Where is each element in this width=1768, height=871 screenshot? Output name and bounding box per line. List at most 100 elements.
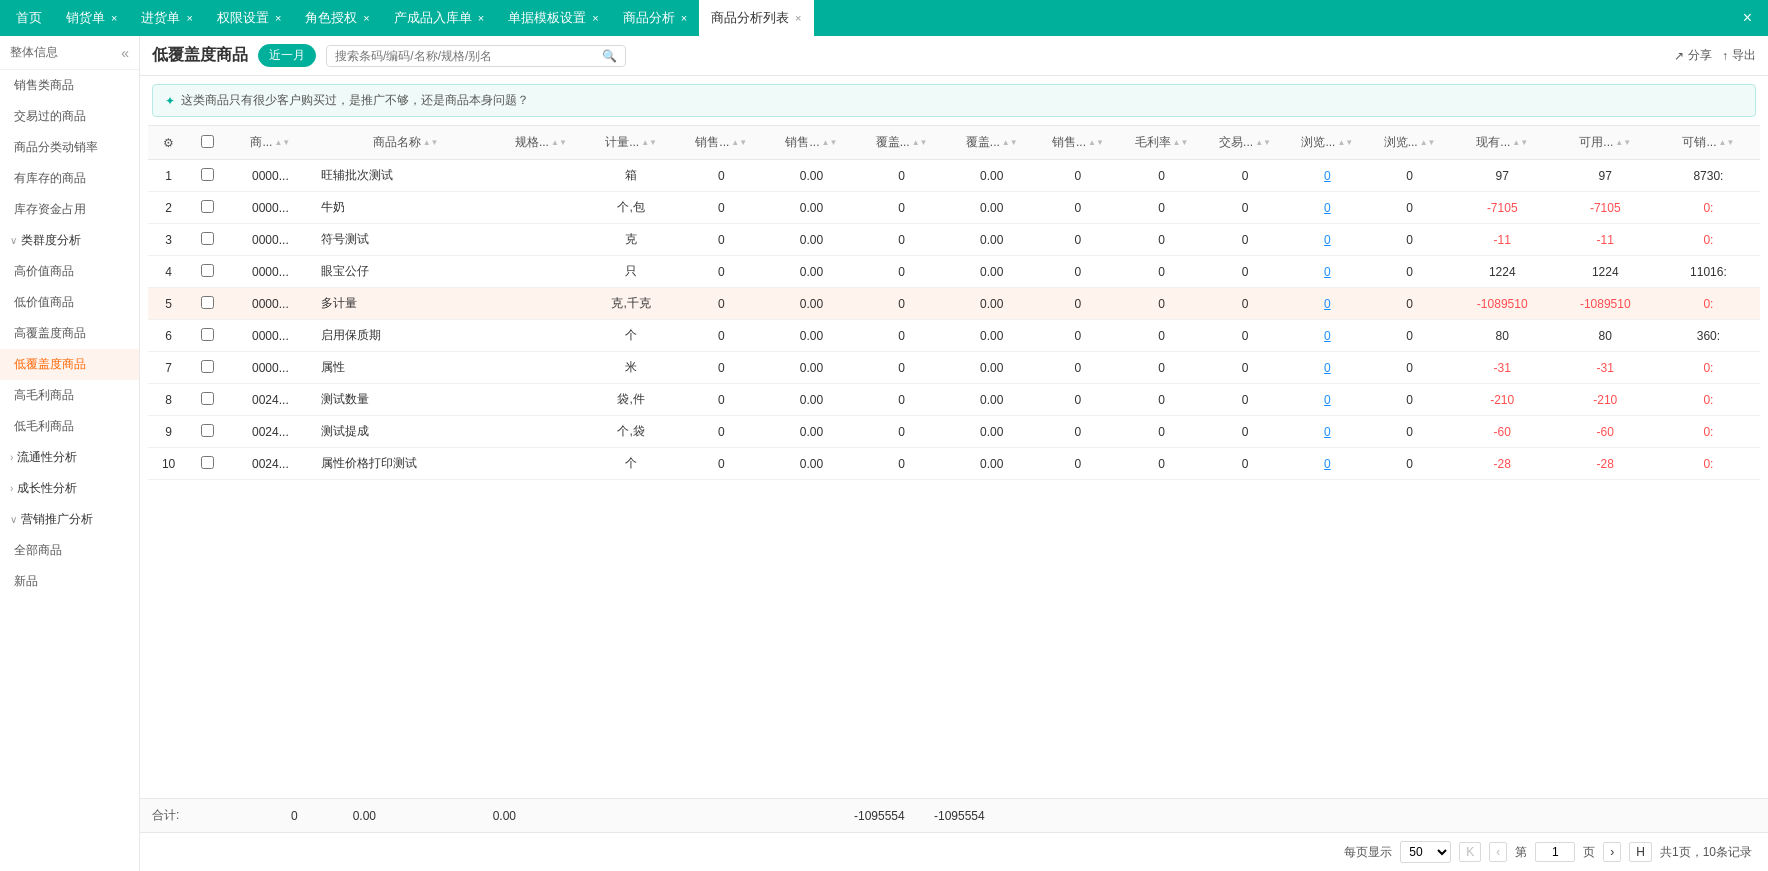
- close-template-settings-icon[interactable]: ×: [592, 12, 598, 24]
- sidebar-group-marketing[interactable]: ∨ 营销推广分析: [0, 504, 139, 535]
- row-checkbox[interactable]: [189, 192, 225, 224]
- col-spec[interactable]: 规格...▲▼: [496, 126, 586, 160]
- row-checkbox[interactable]: [189, 288, 225, 320]
- next-page-button[interactable]: ›: [1603, 842, 1621, 862]
- sort-icon-2[interactable]: ▲▼: [423, 139, 439, 147]
- sidebar-item-low-value[interactable]: 低价值商品: [0, 287, 139, 318]
- row-browse1[interactable]: 0: [1286, 384, 1368, 416]
- row-select-checkbox[interactable]: [201, 264, 214, 277]
- export-button[interactable]: ↑ 导出: [1722, 47, 1756, 64]
- sidebar-group-circulation[interactable]: › 流通性分析: [0, 442, 139, 473]
- row-select-checkbox[interactable]: [201, 168, 214, 181]
- prev-page-button[interactable]: ‹: [1489, 842, 1507, 862]
- search-icon[interactable]: 🔍: [602, 49, 617, 63]
- close-purchase-order-icon[interactable]: ×: [186, 12, 192, 24]
- col-name[interactable]: 商品名称▲▼: [315, 126, 495, 160]
- row-select-checkbox[interactable]: [201, 328, 214, 341]
- row-select-checkbox[interactable]: [201, 296, 214, 309]
- row-browse1[interactable]: 0: [1286, 320, 1368, 352]
- col-cover2[interactable]: 覆盖...▲▼: [947, 126, 1037, 160]
- row-checkbox[interactable]: [189, 384, 225, 416]
- row-browse1[interactable]: 0: [1286, 352, 1368, 384]
- row-select-checkbox[interactable]: [201, 232, 214, 245]
- sidebar-item-inventory-goods[interactable]: 有库存的商品: [0, 163, 139, 194]
- row-checkbox[interactable]: [189, 160, 225, 192]
- col-sales3[interactable]: 销售...▲▼: [1037, 126, 1119, 160]
- row-select-checkbox[interactable]: [201, 424, 214, 437]
- sidebar-item-new-goods[interactable]: 新品: [0, 566, 139, 597]
- window-close-button[interactable]: ×: [1731, 9, 1764, 27]
- row-select-checkbox[interactable]: [201, 360, 214, 373]
- close-sales-order-icon[interactable]: ×: [111, 12, 117, 24]
- row-select-checkbox[interactable]: [201, 392, 214, 405]
- sort-icon-8[interactable]: ▲▼: [1002, 139, 1018, 147]
- search-input[interactable]: [335, 49, 602, 63]
- col-browse2[interactable]: 浏览...▲▼: [1368, 126, 1450, 160]
- sidebar-item-inventory-capital[interactable]: 库存资金占用: [0, 194, 139, 225]
- sort-icon-16[interactable]: ▲▼: [1718, 139, 1734, 147]
- col-sales1[interactable]: 销售...▲▼: [676, 126, 766, 160]
- close-product-storage-icon[interactable]: ×: [478, 12, 484, 24]
- row-browse1[interactable]: 0: [1286, 160, 1368, 192]
- row-checkbox[interactable]: [189, 416, 225, 448]
- sidebar-collapse-button[interactable]: «: [121, 45, 129, 61]
- sidebar-item-all-goods[interactable]: 全部商品: [0, 535, 139, 566]
- nav-permission-settings[interactable]: 权限设置 ×: [205, 0, 293, 36]
- sidebar-item-high-gross[interactable]: 高毛利商品: [0, 380, 139, 411]
- close-goods-analysis-icon[interactable]: ×: [681, 12, 687, 24]
- sidebar-group-cluster-analysis[interactable]: ∨ 类群度分析: [0, 225, 139, 256]
- sort-icon-11[interactable]: ▲▼: [1255, 139, 1271, 147]
- sort-icon-13[interactable]: ▲▼: [1420, 139, 1436, 147]
- nav-goods-analysis-list[interactable]: 商品分析列表 ×: [699, 0, 813, 36]
- last-page-button[interactable]: H: [1629, 842, 1652, 862]
- col-sales2[interactable]: 销售...▲▼: [766, 126, 856, 160]
- sidebar-item-sales-goods[interactable]: 销售类商品: [0, 70, 139, 101]
- first-page-button[interactable]: K: [1459, 842, 1481, 862]
- sort-icon-7[interactable]: ▲▼: [912, 139, 928, 147]
- sidebar-item-low-coverage[interactable]: 低覆盖度商品: [0, 349, 139, 380]
- select-all-checkbox[interactable]: [201, 135, 214, 148]
- sidebar-item-category-rate[interactable]: 商品分类动销率: [0, 132, 139, 163]
- col-unit[interactable]: 计量...▲▼: [586, 126, 676, 160]
- close-permission-icon[interactable]: ×: [275, 12, 281, 24]
- col-available[interactable]: 可用...▲▼: [1554, 126, 1657, 160]
- row-checkbox[interactable]: [189, 224, 225, 256]
- sort-icon-12[interactable]: ▲▼: [1337, 139, 1353, 147]
- nav-goods-analysis[interactable]: 商品分析 ×: [611, 0, 699, 36]
- sidebar-item-high-value[interactable]: 高价值商品: [0, 256, 139, 287]
- sort-icon-5[interactable]: ▲▼: [731, 139, 747, 147]
- sort-icon-4[interactable]: ▲▼: [641, 139, 657, 147]
- current-page-input[interactable]: [1535, 842, 1575, 862]
- sidebar-item-low-gross[interactable]: 低毛利商品: [0, 411, 139, 442]
- sort-icon[interactable]: ▲▼: [274, 139, 290, 147]
- row-browse1[interactable]: 0: [1286, 192, 1368, 224]
- row-checkbox[interactable]: [189, 320, 225, 352]
- col-current[interactable]: 现有...▲▼: [1451, 126, 1554, 160]
- share-button[interactable]: ↗ 分享: [1674, 47, 1712, 64]
- nav-home[interactable]: 首页: [4, 0, 54, 36]
- col-settings[interactable]: ⚙: [148, 126, 189, 160]
- row-browse1[interactable]: 0: [1286, 256, 1368, 288]
- col-cover1[interactable]: 覆盖...▲▼: [856, 126, 946, 160]
- sort-icon-14[interactable]: ▲▼: [1512, 139, 1528, 147]
- col-trade[interactable]: 交易...▲▼: [1204, 126, 1286, 160]
- col-gross-rate[interactable]: 毛利率▲▼: [1119, 126, 1204, 160]
- nav-purchase-order[interactable]: 进货单 ×: [129, 0, 204, 36]
- nav-sales-order[interactable]: 销货单 ×: [54, 0, 129, 36]
- sort-icon-9[interactable]: ▲▼: [1088, 139, 1104, 147]
- page-size-select[interactable]: 50 100 200: [1400, 841, 1451, 863]
- sidebar-item-high-coverage[interactable]: 高覆盖度商品: [0, 318, 139, 349]
- col-checkbox[interactable]: [189, 126, 225, 160]
- col-browse1[interactable]: 浏览...▲▼: [1286, 126, 1368, 160]
- nav-role-auth[interactable]: 角色授权 ×: [293, 0, 381, 36]
- close-role-auth-icon[interactable]: ×: [363, 12, 369, 24]
- sort-icon-6[interactable]: ▲▼: [821, 139, 837, 147]
- sidebar-group-growth[interactable]: › 成长性分析: [0, 473, 139, 504]
- row-browse1[interactable]: 0: [1286, 288, 1368, 320]
- nav-template-settings[interactable]: 单据模板设置 ×: [496, 0, 610, 36]
- sort-icon-10[interactable]: ▲▼: [1173, 139, 1189, 147]
- col-code[interactable]: 商...▲▼: [225, 126, 315, 160]
- sidebar-item-traded-goods[interactable]: 交易过的商品: [0, 101, 139, 132]
- nav-product-storage[interactable]: 产成品入库单 ×: [382, 0, 496, 36]
- period-button[interactable]: 近一月: [258, 44, 316, 67]
